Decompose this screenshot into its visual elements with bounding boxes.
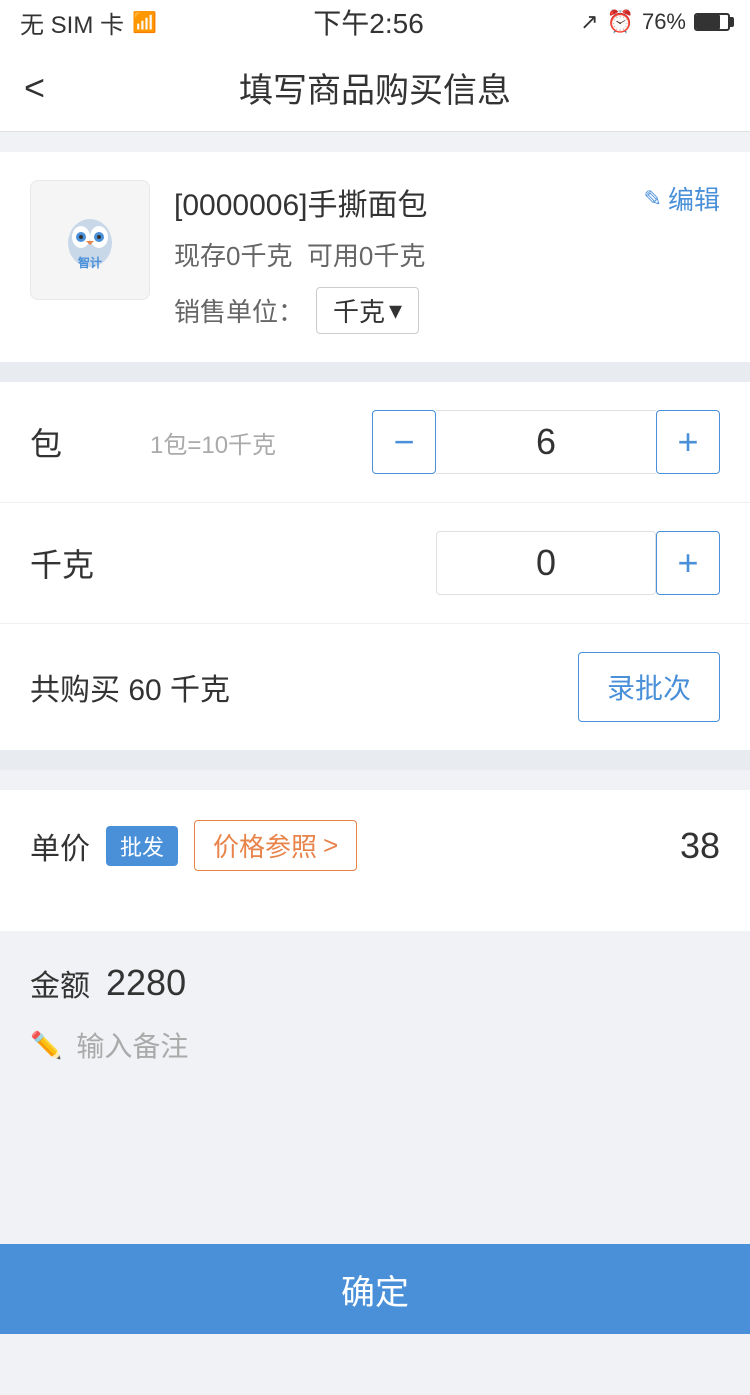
nav-bar: < 填写商品购买信息 <box>0 44 750 132</box>
price-section: 单价 批发 价格参照 > 38 <box>0 790 750 931</box>
batch-button[interactable]: 录批次 <box>578 652 720 722</box>
kg-quantity-input[interactable] <box>436 531 656 595</box>
product-name: [0000006]手撕面包 <box>174 180 720 224</box>
price-ref-label: 价格参照 <box>213 827 317 864</box>
page-title: 填写商品购买信息 <box>239 63 511 112</box>
bag-quantity-row: 包 1包=10千克 − + <box>0 382 750 503</box>
section-divider-1 <box>0 362 750 382</box>
price-ref-button[interactable]: 价格参照 > <box>194 820 357 871</box>
kg-quantity-row: 千克 + <box>0 503 750 624</box>
price-value: 38 <box>680 825 720 867</box>
product-image: 智计 <box>30 180 150 300</box>
bag-quantity-controls: − + <box>372 410 720 474</box>
bag-increment-button[interactable]: + <box>656 410 720 474</box>
wifi-icon: 📶 <box>132 10 157 35</box>
product-card: 智计 [0000006]手撕面包 现存0千克 可用0千克 销售单位： 千克 ▾ … <box>0 152 750 362</box>
amount-row: 金额 2280 <box>30 961 720 1005</box>
product-unit: 销售单位： 千克 ▾ <box>174 287 720 334</box>
confirm-button-label: 确定 <box>341 1265 409 1314</box>
bag-quantity-input[interactable] <box>436 410 656 474</box>
price-tag: 批发 <box>106 826 178 866</box>
kg-label: 千克 <box>30 540 150 586</box>
note-placeholder: 输入备注 <box>76 1025 188 1065</box>
product-logo: 智计 <box>55 205 125 275</box>
product-stock: 现存0千克 可用0千克 <box>174 236 720 273</box>
status-left: 无 SIM 卡 📶 <box>20 5 157 40</box>
bag-label: 包 <box>30 419 150 465</box>
location-icon: ↗ <box>580 9 598 35</box>
status-time: 下午2:56 <box>313 2 424 42</box>
confirm-bar[interactable]: 确定 <box>0 1244 750 1334</box>
quantity-section: 包 1包=10千克 − + 千克 + <box>0 382 750 624</box>
alarm-icon: ⏰ <box>607 9 634 35</box>
summary-section: 共购买 60 千克 录批次 <box>0 624 750 750</box>
status-bar: 无 SIM 卡 📶 下午2:56 ↗ ⏰ 76% <box>0 0 750 44</box>
edit-button[interactable]: ✎ 编辑 <box>644 180 720 217</box>
back-button[interactable]: < <box>24 67 45 109</box>
price-ref-arrow: > <box>323 830 338 861</box>
price-row: 单价 批发 价格参照 > 38 <box>30 820 720 871</box>
svg-text:智计: 智计 <box>77 255 102 270</box>
amount-section: 金额 2280 ✏️ 输入备注 <box>0 931 750 1095</box>
chevron-down-icon: ▾ <box>389 295 402 326</box>
price-label: 单价 <box>30 824 90 868</box>
status-right: ↗ ⏰ 76% <box>580 9 730 35</box>
product-info: [0000006]手撕面包 现存0千克 可用0千克 销售单位： 千克 ▾ <box>174 180 720 334</box>
kg-increment-button[interactable]: + <box>656 531 720 595</box>
summary-text: 共购买 60 千克 <box>30 665 230 709</box>
battery-percent: 76% <box>642 9 686 35</box>
note-row[interactable]: ✏️ 输入备注 <box>30 1025 720 1065</box>
edit-icon: ✎ <box>644 186 662 212</box>
pencil-icon: ✏️ <box>30 1030 62 1061</box>
bag-decrement-button[interactable]: − <box>372 410 436 474</box>
kg-quantity-controls: + <box>436 531 720 595</box>
amount-label: 金额 <box>30 961 90 1005</box>
carrier-text: 无 SIM 卡 <box>20 5 124 40</box>
battery-icon <box>694 13 730 31</box>
bag-hint: 1包=10千克 <box>150 425 372 460</box>
section-divider-2 <box>0 750 750 770</box>
unit-select[interactable]: 千克 ▾ <box>316 287 419 334</box>
amount-value: 2280 <box>106 962 186 1004</box>
